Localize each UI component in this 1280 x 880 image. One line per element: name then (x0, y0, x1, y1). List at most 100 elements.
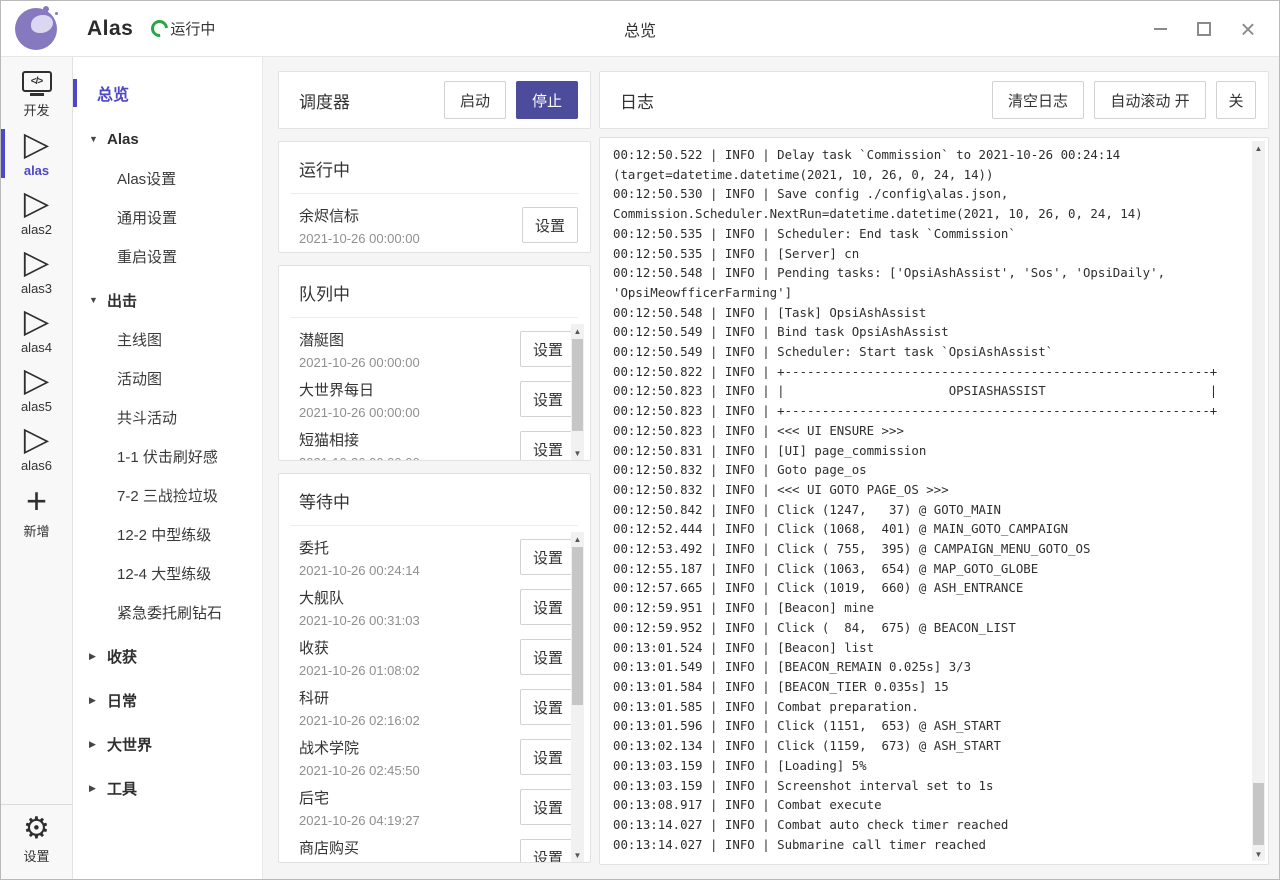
task-settings-button[interactable]: 设置 (520, 539, 576, 575)
sidebar-item-alas6[interactable]: alas6 (1, 419, 72, 478)
log-line: 00:12:50.548 | INFO | Pending tasks: ['O… (613, 263, 1242, 283)
task-next-run-time: 2021-10-26 04:19:27 (299, 813, 520, 828)
play-icon (24, 306, 49, 337)
scroll-down-icon[interactable] (571, 446, 584, 460)
sidebar-item-alas3[interactable]: alas3 (1, 242, 72, 301)
task-settings-button[interactable]: 设置 (520, 789, 576, 825)
menu-group-sortie[interactable]: 出击 (73, 280, 262, 320)
brand: Alas 运行中 (15, 8, 215, 50)
scroll-up-icon[interactable] (1252, 141, 1265, 155)
log-line: 00:12:50.822 | INFO | +-----------------… (613, 362, 1242, 382)
chevron-right-icon (89, 783, 107, 794)
task-settings-button[interactable]: 设置 (520, 639, 576, 675)
menu-item[interactable]: 主线图 (73, 320, 262, 359)
running-title: 运行中 (279, 156, 590, 181)
task-row: 潜艇图 2021-10-26 00:00:00 设置 (299, 324, 590, 374)
log-line: 'OpsiMeowfficerFarming'] (613, 283, 1242, 303)
menu-item[interactable]: 紧急委托刷钻石 (73, 593, 262, 632)
menu-item[interactable]: 1-1 伏击刷好感 (73, 437, 262, 476)
sidebar-item-alas4[interactable]: alas4 (1, 301, 72, 360)
autoscroll-on-button[interactable]: 自动滚动 开 (1094, 81, 1206, 119)
sidebar-item-dev[interactable]: 开发 (1, 65, 72, 124)
menu-group-daily[interactable]: 日常 (73, 680, 262, 720)
waiting-scroll-area: 委托 2021-10-26 00:24:14 设置 大舰队 2021- (279, 530, 590, 863)
log-line: 00:12:50.823 | INFO | <<< UI ENSURE >>> (613, 421, 1242, 441)
task-row: 后宅 2021-10-26 04:19:27 设置 (299, 782, 590, 832)
menu-item[interactable]: 12-4 大型练级 (73, 554, 262, 593)
scrollbar-thumb[interactable] (572, 547, 583, 705)
pending-title: 队列中 (279, 280, 590, 305)
log-line: 00:12:59.951 | INFO | [Beacon] mine (613, 598, 1242, 618)
page-title: 总览 (624, 17, 656, 41)
menu-item[interactable]: 共斗活动 (73, 398, 262, 437)
menu-item[interactable]: 通用设置 (73, 198, 262, 237)
instance-sidebar: 开发 alas alas2 alas3 alas4 (1, 57, 73, 879)
log-line: Commission.Scheduler.NextRun=datetime.da… (613, 204, 1242, 224)
task-name: 战术学院 (299, 737, 520, 758)
sidebar-item-settings[interactable]: 设置 (1, 810, 72, 869)
task-settings-button[interactable]: 设置 (520, 839, 576, 863)
task-name: 后宅 (299, 787, 520, 808)
close-icon[interactable] (1239, 20, 1257, 38)
scroll-down-icon[interactable] (571, 848, 584, 862)
pending-panel: 队列中 潜艇图 2021-10-26 00:00:00 (278, 265, 591, 461)
task-settings-button[interactable]: 设置 (520, 739, 576, 775)
task-name: 潜艇图 (299, 329, 520, 350)
task-settings-button[interactable]: 设置 (520, 431, 576, 461)
task-next-run-time: 2021-10-26 01:08:02 (299, 663, 520, 678)
menu-item[interactable]: Alas设置 (73, 159, 262, 198)
task-row: 商店购买 2021-10-26 04:19:27 设置 (299, 832, 590, 863)
log-line: 00:13:03.159 | INFO | Screenshot interva… (613, 776, 1242, 796)
sidebar-item-alas[interactable]: alas (1, 124, 72, 183)
scroll-up-icon[interactable] (571, 532, 584, 546)
chevron-down-icon (89, 295, 107, 305)
log-line: 00:12:50.832 | INFO | Goto page_os (613, 460, 1242, 480)
task-next-run-time: 2021-10-26 04:19:27 (299, 863, 520, 864)
menu-group-opsi[interactable]: 大世界 (73, 724, 262, 764)
task-name: 短猫相接 (299, 429, 520, 450)
scroll-up-icon[interactable] (571, 324, 584, 338)
task-row: 大世界每日 2021-10-26 00:00:00 设置 (299, 374, 590, 424)
scrollbar[interactable] (571, 532, 584, 862)
maximize-icon[interactable] (1195, 20, 1213, 38)
play-icon (24, 188, 49, 219)
scrollbar-thumb[interactable] (1253, 783, 1264, 845)
menu-item[interactable]: 12-2 中型练级 (73, 515, 262, 554)
menu-group-tool[interactable]: 工具 (73, 768, 262, 808)
chevron-down-icon (89, 134, 107, 144)
autoscroll-off-button[interactable]: 关 (1216, 81, 1256, 119)
menu-item[interactable]: 7-2 三战捡垃圾 (73, 476, 262, 515)
sidebar-item-alas5[interactable]: alas5 (1, 360, 72, 419)
task-menu: 总览 Alas Alas设置 通用设置 重启设置 出击 (73, 57, 263, 879)
sidebar-item-alas2[interactable]: alas2 (1, 183, 72, 242)
clear-log-button[interactable]: 清空日志 (992, 81, 1084, 119)
task-settings-button[interactable]: 设置 (520, 689, 576, 725)
task-settings-button[interactable]: 设置 (520, 381, 576, 417)
add-instance-button[interactable]: 新增 (1, 484, 72, 543)
scroll-down-icon[interactable] (1252, 847, 1265, 861)
chevron-right-icon (89, 695, 107, 706)
window-controls (1151, 20, 1265, 38)
log-line: 00:12:50.535 | INFO | [Server] cn (613, 244, 1242, 264)
chevron-right-icon (89, 739, 107, 750)
task-settings-button[interactable]: 设置 (520, 331, 576, 367)
scrollbar-thumb[interactable] (572, 339, 583, 431)
minimize-icon[interactable] (1151, 20, 1169, 38)
menu-item[interactable]: 重启设置 (73, 237, 262, 276)
start-button[interactable]: 启动 (444, 81, 506, 119)
task-settings-button[interactable]: 设置 (520, 589, 576, 625)
menu-item-overview[interactable]: 总览 (73, 77, 262, 109)
task-next-run-time: 2021-10-26 02:16:02 (299, 713, 520, 728)
scrollbar[interactable] (1252, 141, 1265, 861)
scheduler-status-text: 运行中 (170, 18, 215, 39)
app-title: Alas (87, 17, 133, 41)
menu-group-reward[interactable]: 收获 (73, 636, 262, 676)
scrollbar[interactable] (571, 324, 584, 460)
task-row: 委托 2021-10-26 00:24:14 设置 (299, 532, 590, 582)
menu-group-alas[interactable]: Alas (73, 119, 262, 159)
running-spinner-icon (148, 17, 172, 41)
scheduler-title: 调度器 (299, 88, 350, 113)
menu-item[interactable]: 活动图 (73, 359, 262, 398)
task-settings-button[interactable]: 设置 (522, 207, 578, 243)
stop-button[interactable]: 停止 (516, 81, 578, 119)
